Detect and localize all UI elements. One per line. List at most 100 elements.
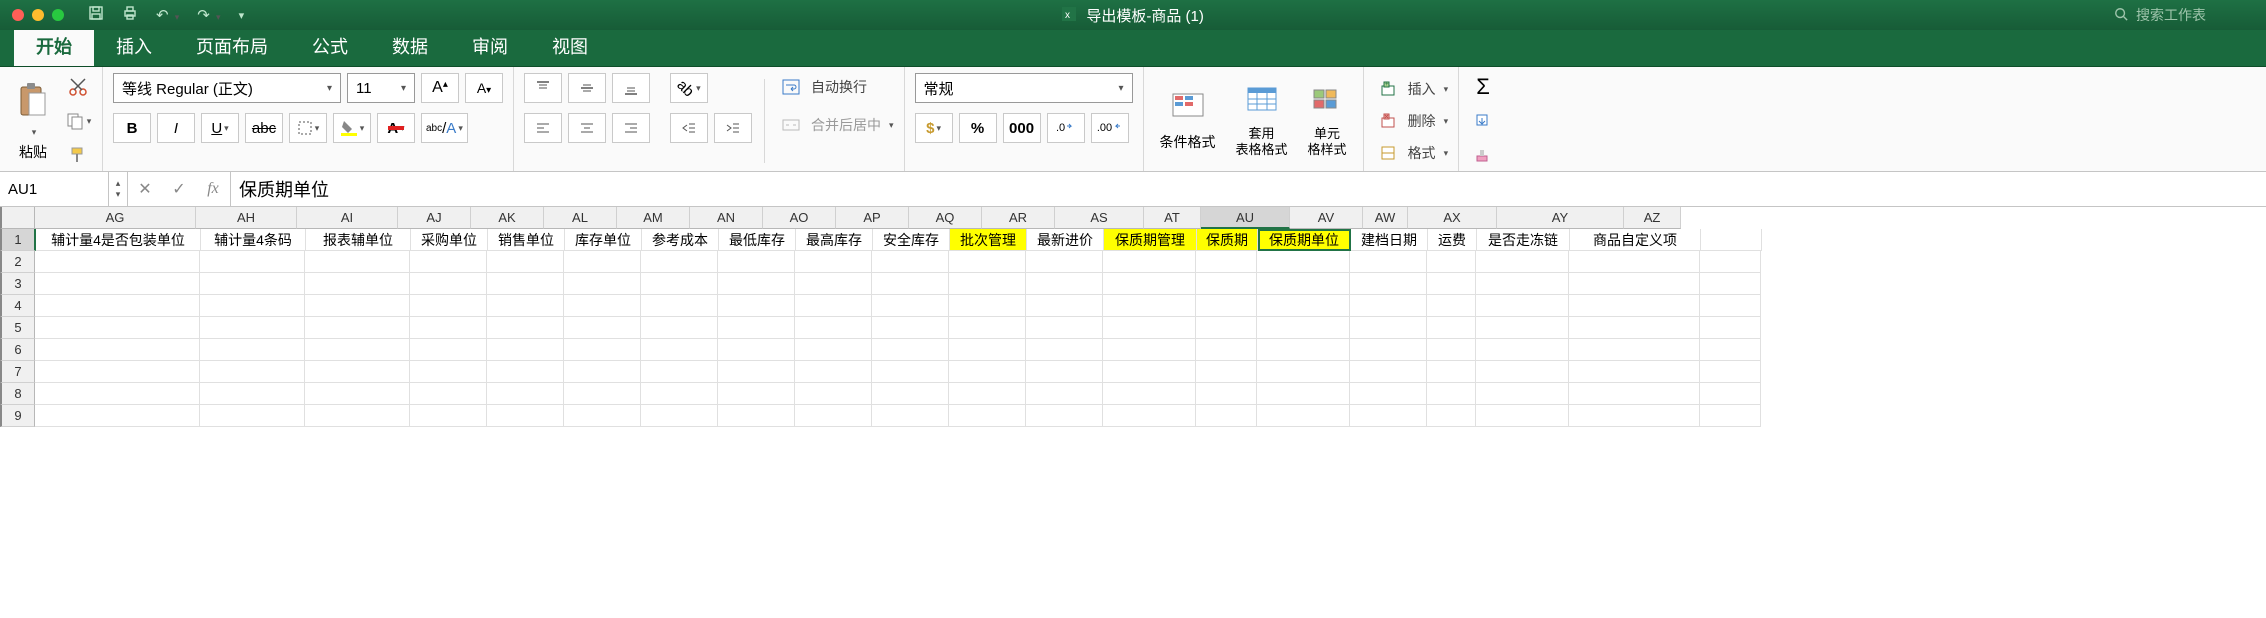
cell[interactable]: 最高库存 [796, 229, 873, 251]
cell[interactable] [35, 273, 200, 295]
cell[interactable] [1700, 361, 1761, 383]
cell[interactable] [795, 295, 872, 317]
cell[interactable] [1700, 295, 1761, 317]
cell[interactable] [718, 339, 795, 361]
cell[interactable] [200, 273, 305, 295]
cell[interactable] [1476, 383, 1569, 405]
cell[interactable] [641, 295, 718, 317]
cell[interactable] [872, 295, 949, 317]
cell[interactable] [564, 295, 641, 317]
cell[interactable] [1701, 229, 1762, 251]
cell[interactable] [641, 383, 718, 405]
cell[interactable] [1257, 339, 1350, 361]
cell[interactable] [872, 383, 949, 405]
cell[interactable] [487, 361, 564, 383]
cell[interactable] [410, 273, 487, 295]
cell[interactable] [949, 405, 1026, 427]
increase-font-button[interactable]: A▴ [421, 73, 459, 103]
cell[interactable] [1196, 339, 1257, 361]
cell[interactable] [487, 317, 564, 339]
cell[interactable]: 辅计量4是否包装单位 [36, 229, 201, 251]
cell[interactable]: 保质期管理 [1104, 229, 1197, 251]
comma-style-button[interactable]: 000 [1003, 113, 1041, 143]
select-all-corner[interactable] [0, 207, 35, 229]
cell[interactable] [1427, 339, 1476, 361]
row-header[interactable]: 3 [0, 273, 35, 295]
cell[interactable] [305, 383, 410, 405]
column-header[interactable]: AT [1144, 207, 1201, 229]
cell[interactable] [305, 339, 410, 361]
cell[interactable] [1700, 317, 1761, 339]
cell[interactable] [564, 317, 641, 339]
cell[interactable] [718, 383, 795, 405]
cell[interactable] [1103, 383, 1196, 405]
autosum-button[interactable]: Σ [1469, 73, 1497, 101]
cell[interactable] [305, 295, 410, 317]
wrap-text-button[interactable]: 自动换行 [777, 73, 894, 101]
column-header[interactable]: AV [1290, 207, 1363, 229]
cell[interactable] [1700, 405, 1761, 427]
align-right-button[interactable] [612, 113, 650, 143]
cell[interactable] [795, 317, 872, 339]
column-header[interactable]: AH [196, 207, 297, 229]
cell[interactable] [1427, 383, 1476, 405]
cell[interactable] [1257, 295, 1350, 317]
merge-center-button[interactable]: 合并后居中 ▾ [777, 111, 894, 139]
cell[interactable] [200, 295, 305, 317]
conditional-format-button[interactable]: 条件格式 [1154, 73, 1222, 169]
cut-button[interactable] [64, 73, 92, 101]
cell[interactable] [1103, 405, 1196, 427]
cell[interactable] [1700, 251, 1761, 273]
cell[interactable] [872, 361, 949, 383]
cell[interactable] [1350, 361, 1427, 383]
cell[interactable] [200, 405, 305, 427]
undo-icon[interactable]: ↶ ▾ [156, 6, 179, 24]
redo-icon[interactable]: ↷ ▾ [197, 6, 220, 24]
cell[interactable] [410, 317, 487, 339]
tab-formulas[interactable]: 公式 [290, 26, 370, 66]
column-header[interactable]: AP [836, 207, 909, 229]
column-header[interactable]: AX [1408, 207, 1497, 229]
cell[interactable] [1350, 295, 1427, 317]
cell[interactable] [1196, 317, 1257, 339]
cell[interactable] [949, 273, 1026, 295]
cell[interactable] [795, 251, 872, 273]
cell[interactable] [718, 295, 795, 317]
cell[interactable]: 采购单位 [411, 229, 488, 251]
column-header[interactable]: AO [763, 207, 836, 229]
cell[interactable] [1026, 295, 1103, 317]
column-header[interactable]: AI [297, 207, 398, 229]
cell[interactable] [1476, 317, 1569, 339]
cell[interactable] [1257, 405, 1350, 427]
cell[interactable] [564, 339, 641, 361]
cell[interactable] [1103, 317, 1196, 339]
cell[interactable] [1103, 295, 1196, 317]
cell[interactable] [1427, 405, 1476, 427]
percent-button[interactable]: % [959, 113, 997, 143]
column-header[interactable]: AM [617, 207, 690, 229]
cell[interactable] [410, 339, 487, 361]
column-header[interactable]: AK [471, 207, 544, 229]
row-header[interactable]: 9 [0, 405, 35, 427]
cell[interactable] [410, 405, 487, 427]
cell[interactable] [305, 317, 410, 339]
cell[interactable] [200, 251, 305, 273]
cell[interactable] [1350, 339, 1427, 361]
delete-cells-button[interactable]: 删除 ▾ [1374, 107, 1449, 135]
cell[interactable] [564, 361, 641, 383]
column-header[interactable]: AJ [398, 207, 471, 229]
save-icon[interactable] [88, 5, 104, 25]
tab-data[interactable]: 数据 [370, 26, 450, 66]
cell[interactable] [1196, 405, 1257, 427]
cell[interactable] [949, 339, 1026, 361]
bold-button[interactable]: B [113, 113, 151, 143]
name-box[interactable]: AU1 [0, 172, 109, 206]
cell[interactable] [872, 317, 949, 339]
cell[interactable] [1569, 273, 1700, 295]
cell[interactable] [200, 339, 305, 361]
cell[interactable] [35, 317, 200, 339]
row-header[interactable]: 1 [0, 229, 36, 251]
cell[interactable] [487, 339, 564, 361]
cell[interactable] [487, 295, 564, 317]
format-painter-button[interactable] [64, 141, 92, 169]
